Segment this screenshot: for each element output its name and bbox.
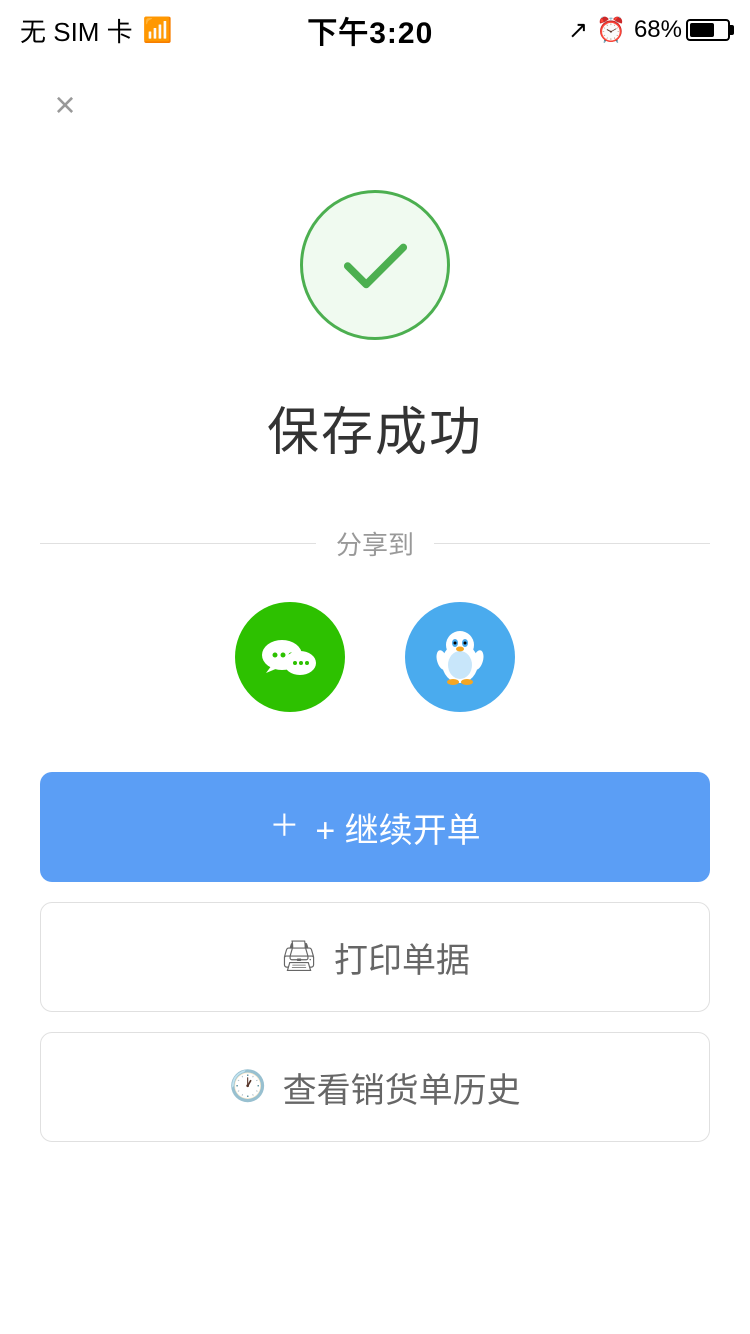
battery-container: 68% [634, 16, 730, 44]
battery-icon [686, 19, 730, 41]
status-time: 下午3:20 [307, 8, 433, 52]
divider-left [40, 543, 316, 544]
status-right: ↗ ⏰ 68% [568, 16, 730, 45]
sim-label: 无 SIM 卡 [20, 12, 133, 49]
status-bar: 无 SIM 卡 📶 下午3:20 ↗ ⏰ 68% [0, 0, 750, 60]
continue-label: + 继续开单 [315, 803, 480, 852]
print-icon: 🖨 [280, 942, 318, 972]
action-buttons: ＋ + 继续开单 🖨 打印单据 🕐 查看销货单历史 [40, 772, 710, 1142]
wechat-share-button[interactable] [235, 602, 345, 712]
location-icon: ↗ [568, 16, 588, 45]
qq-share-button[interactable] [405, 602, 515, 712]
share-divider: 分享到 [40, 525, 710, 562]
share-icons [40, 602, 710, 712]
share-label: 分享到 [336, 525, 414, 562]
share-section: 分享到 [40, 525, 710, 712]
history-label: 查看销货单历史 [283, 1063, 521, 1112]
continue-button[interactable]: ＋ + 继续开单 [40, 772, 710, 882]
main-content: × 保存成功 分享到 [0, 60, 750, 1182]
history-button[interactable]: 🕐 查看销货单历史 [40, 1032, 710, 1142]
print-label: 打印单据 [334, 933, 470, 982]
battery-percent: 68% [634, 16, 682, 44]
close-button[interactable]: × [40, 80, 90, 130]
success-icon-circle [300, 190, 450, 340]
checkmark-icon [343, 233, 408, 298]
battery-fill [690, 23, 714, 37]
wifi-icon: 📶 [143, 16, 173, 45]
alarm-icon: ⏰ [596, 16, 626, 45]
clock-icon: 🕐 [229, 1072, 266, 1102]
success-title: 保存成功 [267, 390, 483, 465]
qq-icon [430, 625, 490, 690]
plus-icon: ＋ [269, 812, 299, 842]
divider-right [434, 543, 710, 544]
status-left: 无 SIM 卡 📶 [20, 12, 173, 49]
print-button[interactable]: 🖨 打印单据 [40, 902, 710, 1012]
wechat-icon [258, 625, 323, 690]
close-button-container: × [40, 80, 710, 130]
